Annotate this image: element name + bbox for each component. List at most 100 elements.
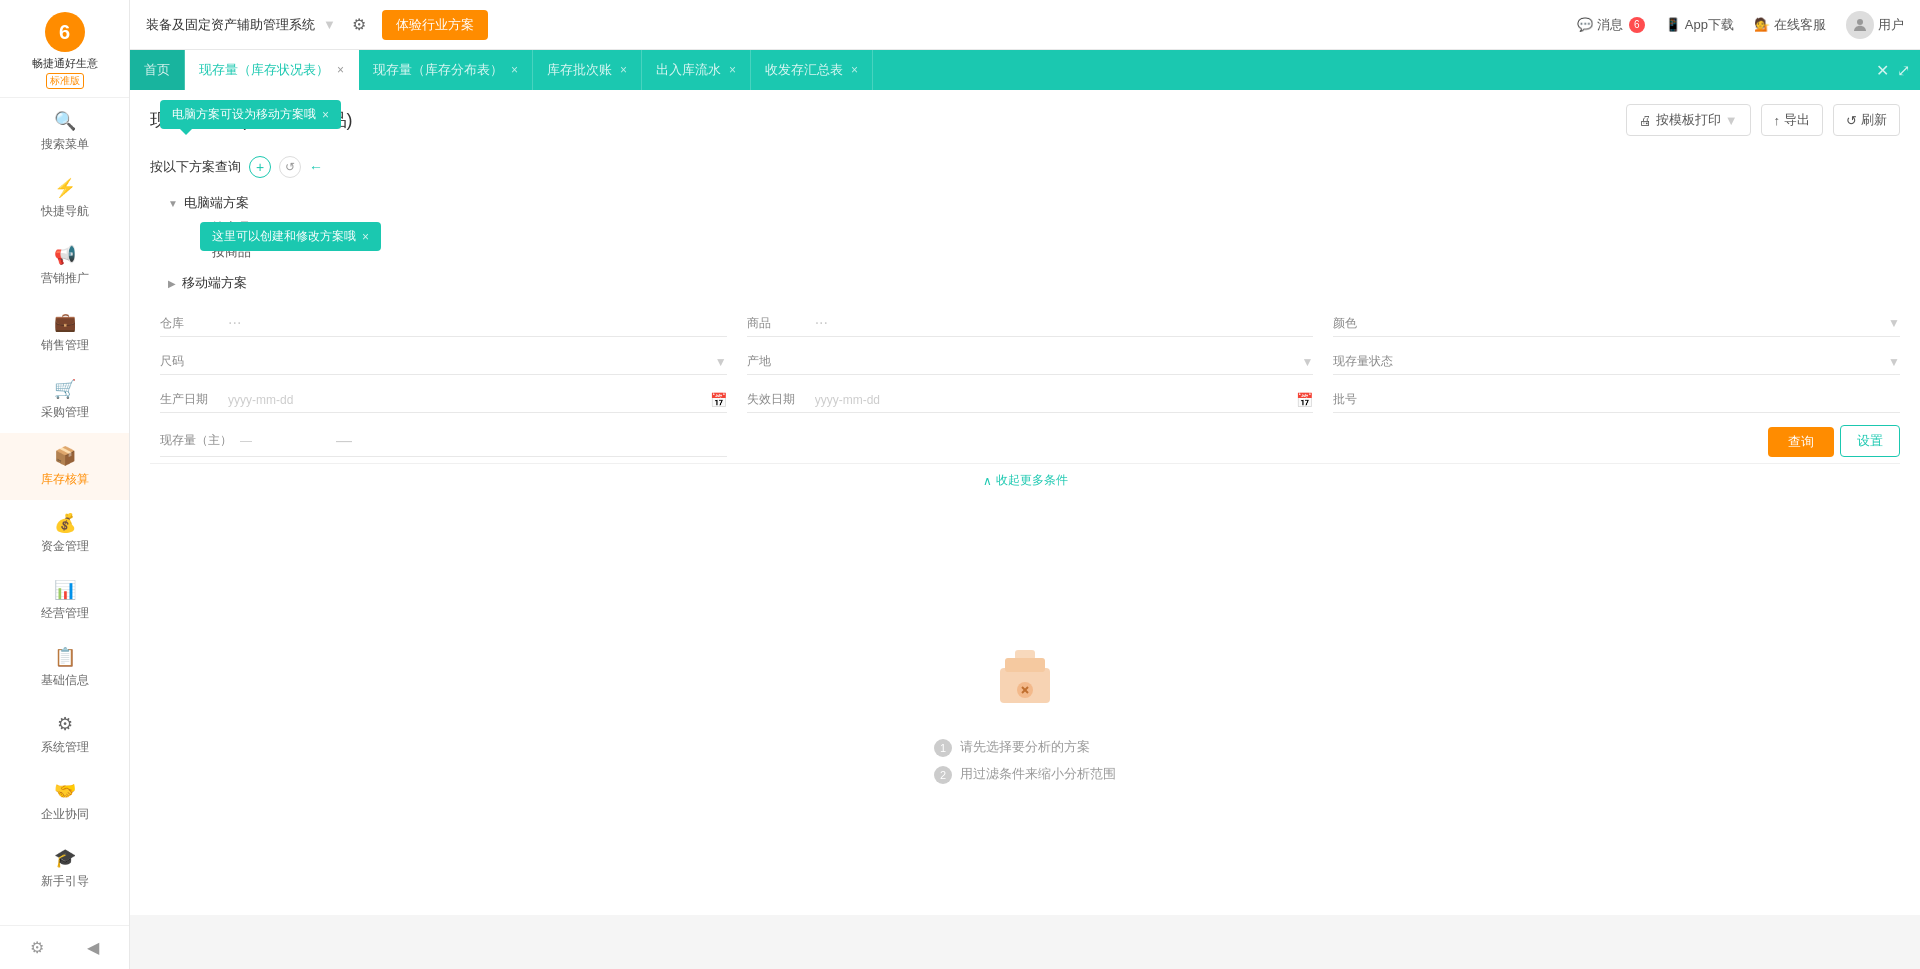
topbar: 装备及固定资产辅助管理系统 ▼ ⚙ 体验行业方案 💬 消息 6 📱 App下载 … [130, 0, 1920, 50]
tab-expand-icon[interactable]: ⤢ [1897, 61, 1910, 80]
collapse-bar[interactable]: ∧ 收起更多条件 [150, 463, 1900, 497]
filter-row-1: 仓库 ··· 商品 ··· 颜色 ▼ [160, 304, 1900, 343]
scheme-desktop-group[interactable]: ▼ 电脑端方案 [160, 190, 1900, 216]
sidebar-item-basic[interactable]: 📋 基础信息 [0, 634, 129, 701]
size-dropdown-icon: ▼ [715, 355, 727, 369]
inventory-status-select[interactable]: ▼ [1401, 355, 1900, 369]
filter-goods: 商品 ··· [747, 310, 1314, 337]
user-avatar [1846, 11, 1874, 39]
produce-date-calendar-icon[interactable]: 📅 [710, 392, 727, 408]
origin-dropdown-icon: ▼ [1301, 355, 1313, 369]
tooltip2-close[interactable]: × [362, 230, 369, 244]
collapse-arrow-icon: ∧ [983, 474, 992, 488]
scheme-item-by-goods1[interactable]: 按商品 [180, 216, 1900, 240]
sidebar-item-purchase[interactable]: 🛒 采购管理 [0, 366, 129, 433]
filter-inventory-status: 现存量状态 ▼ [1333, 349, 1900, 375]
qty-min-input[interactable] [240, 433, 320, 448]
inv-status-dropdown-icon: ▼ [1888, 355, 1900, 369]
scheme-mobile-group[interactable]: ▶ 移动端方案 [160, 270, 1900, 296]
purchase-icon: 🛒 [54, 378, 76, 400]
filter-warehouse: 仓库 ··· [160, 310, 727, 337]
app-btn[interactable]: 📱 App下载 [1665, 16, 1734, 34]
sidebar-item-guide[interactable]: 🎓 新手引导 [0, 835, 129, 902]
query-btn[interactable]: 查询 [1768, 427, 1834, 457]
query-btn-area: 查询 设置 [1333, 425, 1900, 457]
sidebar-item-quick[interactable]: ⚡ 快捷导航 [0, 165, 129, 232]
enterprise-icon: 🤝 [54, 780, 76, 802]
export-btn[interactable]: ↑ 导出 [1761, 104, 1824, 136]
sidebar-item-enterprise[interactable]: 🤝 企业协同 [0, 768, 129, 835]
page-header: 现存量查询(按仓库+商品) 🖨 按模板打印 ▼ ↑ 导出 ↺ 刷新 [130, 90, 1920, 146]
filter-row-2: 尺码 ▼ 产地 ▼ [160, 343, 1900, 381]
sidebar-item-sales[interactable]: 💼 销售管理 [0, 299, 129, 366]
filter-arrow-btn[interactable]: ← [309, 159, 323, 175]
message-badge: 6 [1629, 17, 1645, 33]
sidebar-settings-btn[interactable]: ⚙ [30, 938, 44, 957]
filter-refresh-btn[interactable]: ↺ [279, 156, 301, 178]
color-dropdown-icon: ▼ [1888, 316, 1900, 330]
size-select[interactable]: ▼ [228, 355, 727, 369]
tooltip1-close[interactable]: × [322, 108, 329, 122]
tab-inout[interactable]: 出入库流水 × [642, 50, 751, 90]
batch-input[interactable] [1401, 392, 1900, 407]
tab-inventory-dist[interactable]: 现存量（库存分布表） × [359, 50, 533, 90]
service-btn[interactable]: 💁 在线客服 [1754, 16, 1826, 34]
system-name: 装备及固定资产辅助管理系统 [146, 16, 315, 34]
filter-size: 尺码 ▼ [160, 349, 727, 375]
tab-batch[interactable]: 库存批次账 × [533, 50, 642, 90]
sidebar-collapse-btn[interactable]: ◀ [87, 938, 99, 957]
print-btn[interactable]: 🖨 按模板打印 ▼ [1626, 104, 1751, 136]
expire-date-calendar-icon[interactable]: 📅 [1296, 392, 1313, 408]
refresh-icon: ↺ [1846, 113, 1857, 128]
color-select[interactable]: ▼ [1401, 316, 1900, 330]
svg-point-0 [1857, 19, 1863, 25]
tab-inventory-status[interactable]: 现存量（库存状况表） × [185, 50, 359, 90]
user-btn[interactable]: 用户 [1846, 11, 1904, 39]
sales-icon: 💼 [54, 311, 76, 333]
tab-summary[interactable]: 收发存汇总表 × [751, 50, 873, 90]
step1-num: 1 [934, 739, 952, 757]
filter-color: 颜色 ▼ [1333, 310, 1900, 337]
sidebar-nav: 🔍 搜索菜单 ⚡ 快捷导航 📢 营销推广 💼 销售管理 🛒 采购管理 📦 库存核… [0, 98, 129, 925]
tab-close-inventory-status[interactable]: × [337, 63, 344, 77]
basic-icon: 📋 [54, 646, 76, 668]
sidebar-logo: 6 畅捷通好生意 标准版 [0, 0, 129, 98]
goods-dots[interactable]: ··· [815, 314, 828, 332]
origin-select[interactable]: ▼ [815, 355, 1314, 369]
tab-close-batch[interactable]: × [620, 63, 627, 77]
tab-home[interactable]: 首页 [130, 50, 185, 90]
content-area: 现存量查询(按仓库+商品) 🖨 按模板打印 ▼ ↑ 导出 ↺ 刷新 [130, 90, 1920, 969]
tab-close-inout[interactable]: × [729, 63, 736, 77]
svg-rect-2 [1005, 658, 1045, 672]
svg-rect-3 [1015, 650, 1035, 660]
tab-close-inventory-dist[interactable]: × [511, 63, 518, 77]
export-icon: ↑ [1774, 113, 1781, 128]
service-icon: 💁 [1754, 17, 1770, 32]
qty-max-input[interactable] [368, 433, 448, 448]
empty-text: 1 请先选择要分析的方案 2 用过滤条件来缩小分析范围 [934, 738, 1116, 792]
step2-num: 2 [934, 766, 952, 784]
produce-date-input[interactable] [228, 392, 702, 407]
trial-btn[interactable]: 体验行业方案 [382, 10, 488, 40]
sidebar-item-operation[interactable]: 📊 经营管理 [0, 567, 129, 634]
message-btn[interactable]: 💬 消息 6 [1577, 16, 1645, 34]
filter-expire-date: 失效日期 📅 [747, 387, 1314, 413]
scheme-item-by-goods2[interactable]: 按商品 [180, 240, 1900, 264]
tab-close-summary[interactable]: × [851, 63, 858, 77]
expire-date-input[interactable] [815, 392, 1289, 407]
tab-close-all-icon[interactable]: ✕ [1876, 61, 1889, 80]
settings-btn[interactable]: 设置 [1840, 425, 1900, 457]
print-icon: 🖨 [1639, 113, 1652, 128]
refresh-btn[interactable]: ↺ 刷新 [1833, 104, 1900, 136]
warehouse-dots[interactable]: ··· [228, 314, 241, 332]
sidebar-item-system[interactable]: ⚙ 系统管理 [0, 701, 129, 768]
sidebar-item-inventory[interactable]: 📦 库存核算 [0, 433, 129, 500]
sidebar-item-marketing[interactable]: 📢 营销推广 [0, 232, 129, 299]
sidebar: 6 畅捷通好生意 标准版 🔍 搜索菜单 ⚡ 快捷导航 📢 营销推广 💼 销售管理… [0, 0, 130, 969]
filter-qty-main: 现存量（主） — [160, 425, 727, 457]
sidebar-item-search[interactable]: 🔍 搜索菜单 [0, 98, 129, 165]
topbar-gear-icon[interactable]: ⚙ [352, 15, 366, 34]
filter-add-btn[interactable]: + [249, 156, 271, 178]
sidebar-item-finance[interactable]: 💰 资金管理 [0, 500, 129, 567]
filter-origin: 产地 ▼ [747, 349, 1314, 375]
